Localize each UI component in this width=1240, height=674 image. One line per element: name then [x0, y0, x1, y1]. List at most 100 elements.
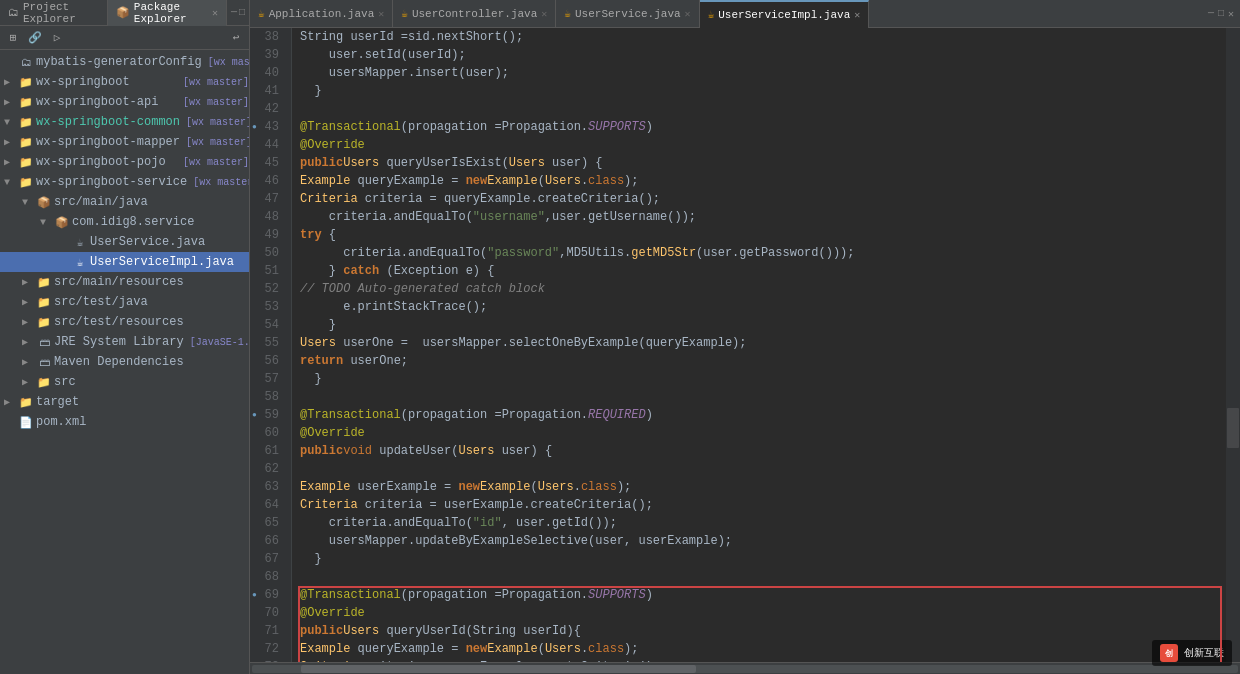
line-number-60: 60 [250, 424, 285, 442]
code-line-56: return userOne; [292, 352, 1226, 370]
code-scroll[interactable]: String userId =sid.nextShort(); user.set… [292, 28, 1226, 662]
java-icon-3: ☕ [564, 7, 571, 20]
code-line-65: criteria.andEqualTo("id", user.getId()); [292, 514, 1226, 532]
tab-usercontroller[interactable]: ☕ UserController.java ✕ [393, 0, 556, 28]
code-content: String userId =sid.nextShort(); user.set… [292, 28, 1226, 662]
line-number-54: 54 [250, 316, 285, 334]
bottom-scrollbar[interactable] [250, 662, 1240, 674]
code-line-60: @Override [292, 424, 1226, 442]
tree-item-src-test-resources[interactable]: ▶📁src/test/resources [0, 312, 249, 332]
code-line-42 [292, 100, 1226, 118]
line-number-64: 64 [250, 496, 285, 514]
close-tab-2-icon[interactable]: ✕ [685, 8, 691, 20]
tree-arrow-icon: ▶ [4, 96, 16, 108]
tree-item-mybatis[interactable]: 🗂mybatis-generatorConfig[wx master] [0, 52, 249, 72]
tree-item-wx-springboot-api[interactable]: ▶📁wx-springboot-api[wx master] [0, 92, 249, 112]
line-numbers: 3839404142434445464748495051525354555657… [250, 28, 292, 662]
link-with-editor-button[interactable]: 🔗 [26, 29, 44, 47]
tree-item-icon: 📁 [18, 176, 34, 189]
editor-minimize-icon[interactable]: ─ [1208, 8, 1214, 19]
tree-item-jre-system[interactable]: ▶🗃JRE System Library[JavaSE-1.8] [0, 332, 249, 352]
tree-item-pomxml[interactable]: 📄pom.xml [0, 412, 249, 432]
java-icon-2: ☕ [401, 7, 408, 20]
tree-item-wx-springboot-service[interactable]: ▼📁wx-springboot-service[wx master] [0, 172, 249, 192]
close-tab-0-icon[interactable]: ✕ [378, 8, 384, 20]
back-button[interactable]: ↩ [227, 29, 245, 47]
close-tab-3-icon[interactable]: ✕ [854, 9, 860, 21]
line-number-58: 58 [250, 388, 285, 406]
tree-arrow-icon: ▼ [4, 177, 16, 188]
tree-item-wx-springboot-common[interactable]: ▼📁wx-springboot-common[wx master] [0, 112, 249, 132]
tree-item-badge: [wx master] [183, 77, 249, 88]
tree-item-badge: [JavaSE-1.8] [190, 337, 249, 348]
line-number-47: 47 [250, 190, 285, 208]
sidebar-tab-package[interactable]: 📦 Package Explorer ✕ [108, 0, 227, 26]
tree-item-UserServiceImpl[interactable]: ☕UserServiceImpl.java [0, 252, 249, 272]
tab-userserviceimpl[interactable]: ☕ UserServiceImpl.java ✕ [700, 0, 870, 28]
tree-item-wx-springboot[interactable]: ▶📁wx-springboot[wx master] [0, 72, 249, 92]
tab-userservice[interactable]: ☕ UserService.java ✕ [556, 0, 699, 28]
sidebar-header: 🗂 Project Explorer 📦 Package Explorer ✕ … [0, 0, 249, 26]
tree-item-com-idig8-service[interactable]: ▼📦com.idig8.service [0, 212, 249, 232]
view-menu-button[interactable]: ▷ [48, 29, 66, 47]
tree-item-badge: [wx master] [186, 117, 249, 128]
scrollbar-thumb[interactable] [301, 665, 695, 673]
line-number-73: 73 [250, 658, 285, 662]
code-line-58 [292, 388, 1226, 406]
code-line-61: public void updateUser(Users user) { [292, 442, 1226, 460]
tree-item-src[interactable]: ▶📁src [0, 372, 249, 392]
editor-maximize-icon[interactable]: □ [1218, 8, 1224, 19]
maximize-icon[interactable]: □ [239, 7, 245, 18]
tree-item-badge: [wx master] [183, 97, 249, 108]
java-icon-4: ☕ [708, 8, 715, 21]
minimize-icon[interactable]: ─ [231, 7, 237, 18]
collapse-all-button[interactable]: ⊞ [4, 29, 22, 47]
close-tab-icon[interactable]: ✕ [212, 7, 218, 19]
sidebar-toolbar: ⊞ 🔗 ▷ ↩ [0, 26, 249, 50]
tree-item-src-test-java[interactable]: ▶📁src/test/java [0, 292, 249, 312]
tree-item-icon: 📁 [18, 396, 34, 409]
watermark-text: 创新互联 [1184, 646, 1224, 660]
editor-close-icon[interactable]: ✕ [1228, 8, 1234, 20]
tree-arrow-icon: ▶ [4, 76, 16, 88]
line-number-46: 46 [250, 172, 285, 190]
tree-arrow-icon: ▶ [4, 136, 16, 148]
code-line-63: Example userExample = new Example(Users.… [292, 478, 1226, 496]
tree-item-label: wx-springboot [36, 75, 177, 89]
code-line-45: public Users queryUserIsExist(Users user… [292, 154, 1226, 172]
tree-item-src-main-resources[interactable]: ▶📁src/main/resources [0, 272, 249, 292]
tree-item-icon: ☕ [72, 256, 88, 269]
tree-item-UserService[interactable]: ☕UserService.java [0, 232, 249, 252]
line-number-50: 50 [250, 244, 285, 262]
line-number-40: 40 [250, 64, 285, 82]
tree-arrow-icon: ▶ [22, 376, 34, 388]
close-tab-1-icon[interactable]: ✕ [541, 8, 547, 20]
tree-item-label: wx-springboot-mapper [36, 135, 180, 149]
tree-item-maven-deps[interactable]: ▶🗃Maven Dependencies [0, 352, 249, 372]
tree-item-target[interactable]: ▶📁target [0, 392, 249, 412]
code-line-46: Example queryExample = new Example(Users… [292, 172, 1226, 190]
code-line-64: Criteria criteria = userExample.createCr… [292, 496, 1226, 514]
package-explorer-icon: 📦 [116, 6, 130, 19]
tree-item-label: UserServiceImpl.java [90, 255, 249, 269]
tree-item-wx-springboot-pojo[interactable]: ▶📁wx-springboot-pojo[wx master] [0, 152, 249, 172]
tab-application[interactable]: ☕ Application.java ✕ [250, 0, 393, 28]
line-number-55: 55 [250, 334, 285, 352]
code-line-47: Criteria criteria = queryExample.createC… [292, 190, 1226, 208]
watermark-logo: 创 [1160, 644, 1178, 662]
tree-item-wx-springboot-mapper[interactable]: ▶📁wx-springboot-mapper[wx master] [0, 132, 249, 152]
minimap-thumb[interactable] [1227, 408, 1239, 448]
code-line-53: e.printStackTrace(); [292, 298, 1226, 316]
code-line-44: @Override [292, 136, 1226, 154]
line-number-62: 62 [250, 460, 285, 478]
tree-arrow-icon: ▼ [4, 117, 16, 128]
line-number-68: 68 [250, 568, 285, 586]
code-line-51: } catch (Exception e) { [292, 262, 1226, 280]
tree-item-label: com.idig8.service [72, 215, 249, 229]
tree-arrow-icon: ▶ [22, 276, 34, 288]
tree-arrow-icon: ▶ [22, 316, 34, 328]
sidebar-tab-project[interactable]: 🗂 Project Explorer [0, 0, 108, 26]
tree-item-src-main-java[interactable]: ▼📦src/main/java [0, 192, 249, 212]
tree-item-icon: 📁 [36, 296, 52, 309]
code-line-70: @Override [292, 604, 1226, 622]
